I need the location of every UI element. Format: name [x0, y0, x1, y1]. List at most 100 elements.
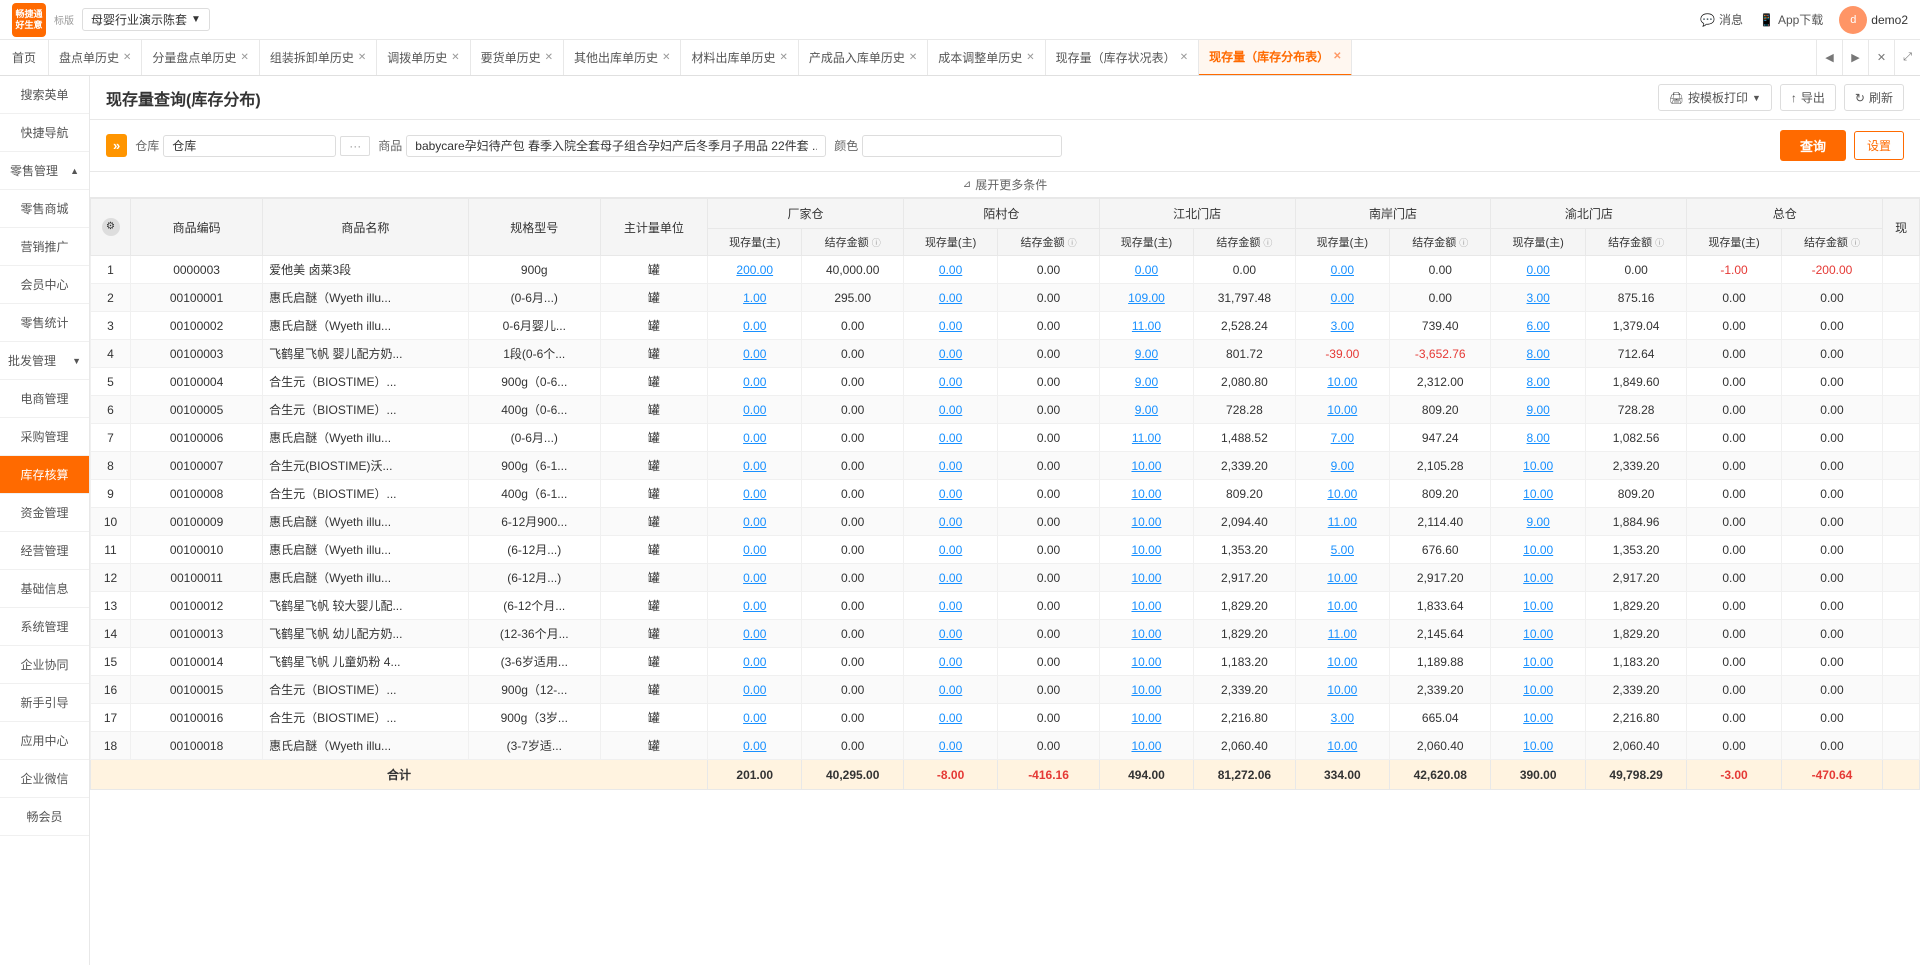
sidebar-item-inventory[interactable]: 库存核算: [0, 456, 89, 494]
tab-close-icon[interactable]: ✕: [1026, 52, 1034, 63]
user-avatar[interactable]: d demo2: [1839, 6, 1908, 34]
sidebar-item-system[interactable]: 系统管理: [0, 608, 89, 646]
cell-code: 00100005: [131, 396, 263, 424]
tab-home[interactable]: 首页: [0, 40, 49, 76]
cell-f3-amt: 809.20: [1194, 480, 1295, 508]
sidebar-item-search[interactable]: 搜索英单: [0, 76, 89, 114]
sidebar-item-member[interactable]: 会员中心: [0, 266, 89, 304]
tab-prev-btn[interactable]: ◀: [1816, 40, 1842, 76]
cell-spec: (0-6月...): [468, 284, 600, 312]
tab-stock-status[interactable]: 现存量（库存状况表）✕: [1046, 40, 1199, 76]
settings-btn[interactable]: 设置: [1854, 131, 1904, 160]
cell-current: [1883, 648, 1920, 676]
org-selector[interactable]: 母婴行业演示陈套 ▼: [82, 8, 210, 31]
cell-f4-qty: 11.00: [1295, 620, 1389, 648]
tab-close-icon[interactable]: ✕: [1180, 52, 1188, 63]
cell-no: 5: [91, 368, 131, 396]
cell-unit: 罐: [600, 536, 707, 564]
cell-f2-amt: 0.00: [998, 564, 1099, 592]
cell-f3-amt: 1,183.20: [1194, 648, 1295, 676]
tab-split-check-history[interactable]: 分量盘点单历史 ✕: [142, 40, 259, 76]
export-btn[interactable]: ↑ 导出: [1780, 84, 1836, 111]
cell-current: [1883, 284, 1920, 312]
warehouse-input[interactable]: [163, 135, 336, 157]
sidebar-item-wholesale[interactable]: 批发管理▼: [0, 342, 89, 380]
tab-close-icon[interactable]: ✕: [545, 52, 553, 63]
expand-down-icon: ⊿: [963, 179, 971, 190]
color-input[interactable]: [862, 135, 1062, 157]
tab-cost-adjust-history[interactable]: 成本调整单历史 ✕: [928, 40, 1045, 76]
tab-close-icon[interactable]: ✕: [451, 52, 459, 63]
tab-expand-btn[interactable]: ⤢: [1894, 40, 1920, 76]
sidebar-item-enterprise[interactable]: 企业协同: [0, 646, 89, 684]
tab-product-inbound-history[interactable]: 产成品入库单历史 ✕: [799, 40, 928, 76]
cell-current: [1883, 368, 1920, 396]
sidebar-item-ecommerce[interactable]: 电商管理: [0, 380, 89, 418]
sidebar-item-marketing[interactable]: 营销推广: [0, 228, 89, 266]
cell-f2-qty: 0.00: [903, 536, 997, 564]
product-input[interactable]: [406, 135, 826, 157]
dropdown-icon: ▼: [191, 14, 201, 25]
cell-f4-qty: -39.00: [1295, 340, 1389, 368]
cell-f3-amt: 2,094.40: [1194, 508, 1295, 536]
tab-next-btn[interactable]: ▶: [1842, 40, 1868, 76]
cell-f4-qty: 10.00: [1295, 592, 1389, 620]
sidebar-item-retail-mall[interactable]: 零售商城: [0, 190, 89, 228]
sidebar-item-quick-nav[interactable]: 快捷导航: [0, 114, 89, 152]
tab-material-outbound-history[interactable]: 材料出库单历史 ✕: [681, 40, 798, 76]
sidebar-item-finance[interactable]: 资金管理: [0, 494, 89, 532]
tab-other-outbound-history[interactable]: 其他出库单历史 ✕: [564, 40, 681, 76]
sidebar-item-wechat[interactable]: 企业微信: [0, 760, 89, 798]
cell-f1-qty: 1.00: [708, 284, 802, 312]
tab-close-icon[interactable]: ✕: [662, 52, 670, 63]
print-btn[interactable]: 🖨 按模板打印 ▼: [1658, 84, 1772, 111]
collapse-btn[interactable]: »: [106, 134, 127, 157]
warehouse-dots-btn[interactable]: ···: [340, 136, 370, 156]
cell-f2-amt: 0.00: [998, 704, 1099, 732]
tab-close-icon[interactable]: ✕: [123, 52, 131, 63]
tab-assembly-history[interactable]: 组装拆卸单历史 ✕: [260, 40, 377, 76]
cell-f4-qty: 3.00: [1295, 704, 1389, 732]
sidebar-item-retail-stats[interactable]: 零售统计: [0, 304, 89, 342]
query-btn[interactable]: 查询: [1780, 130, 1846, 161]
cell-no: 14: [91, 620, 131, 648]
cell-f5-amt: 2,339.20: [1585, 676, 1686, 704]
tab-close-icon[interactable]: ✕: [358, 52, 366, 63]
cell-f4-qty: 7.00: [1295, 424, 1389, 452]
cell-no: 13: [91, 592, 131, 620]
app-download-btn[interactable]: 📱 App下载: [1759, 11, 1823, 28]
cell-code: 00100015: [131, 676, 263, 704]
sidebar-item-app-center[interactable]: 应用中心: [0, 722, 89, 760]
cell-f5-amt: 2,060.40: [1585, 732, 1686, 760]
expand-bar[interactable]: ⊿ 展开更多条件: [90, 172, 1920, 198]
cell-name: 惠氏启醚（Wyeth illu...: [263, 508, 469, 536]
tab-close-icon[interactable]: ✕: [240, 52, 248, 63]
tab-close-icon[interactable]: ✕: [1333, 51, 1341, 62]
tab-inventory-check-history[interactable]: 盘点单历史 ✕: [49, 40, 142, 76]
cell-f3-amt: 2,528.24: [1194, 312, 1295, 340]
cell-current: [1883, 312, 1920, 340]
refresh-btn[interactable]: ↻ 刷新: [1844, 84, 1904, 111]
sidebar-item-purchase[interactable]: 采购管理: [0, 418, 89, 456]
sidebar-item-guide[interactable]: 新手引导: [0, 684, 89, 722]
summary-f1-amt: 40,295.00: [802, 760, 903, 790]
summary-f3-amt: 81,272.06: [1194, 760, 1295, 790]
cell-name: 飞鹤星飞帆 较大婴儿配...: [263, 592, 469, 620]
tab-close-icon[interactable]: ✕: [909, 52, 917, 63]
tab-transfer-history[interactable]: 调拨单历史 ✕: [377, 40, 470, 76]
cell-total-amt: 0.00: [1781, 452, 1882, 480]
tab-close-icon[interactable]: ✕: [779, 52, 787, 63]
tab-close-all-btn[interactable]: ✕: [1868, 40, 1894, 76]
cell-f4-amt: 947.24: [1390, 424, 1491, 452]
sidebar-item-operations[interactable]: 经营管理: [0, 532, 89, 570]
tab-order-history[interactable]: 要货单历史 ✕: [471, 40, 564, 76]
sidebar-item-basic-info[interactable]: 基础信息: [0, 570, 89, 608]
sidebar-item-member2[interactable]: 畅会员: [0, 798, 89, 836]
cell-f1-amt: 0.00: [802, 312, 903, 340]
tab-stock-distribution[interactable]: 现存量（库存分布表）✕: [1199, 40, 1352, 76]
cell-total-amt: 0.00: [1781, 732, 1882, 760]
cell-f3-amt: 728.28: [1194, 396, 1295, 424]
sidebar-item-retail-mgmt[interactable]: 零售管理▲: [0, 152, 89, 190]
cell-spec: (3-7岁适...: [468, 732, 600, 760]
message-btn[interactable]: 💬 消息: [1700, 11, 1743, 28]
